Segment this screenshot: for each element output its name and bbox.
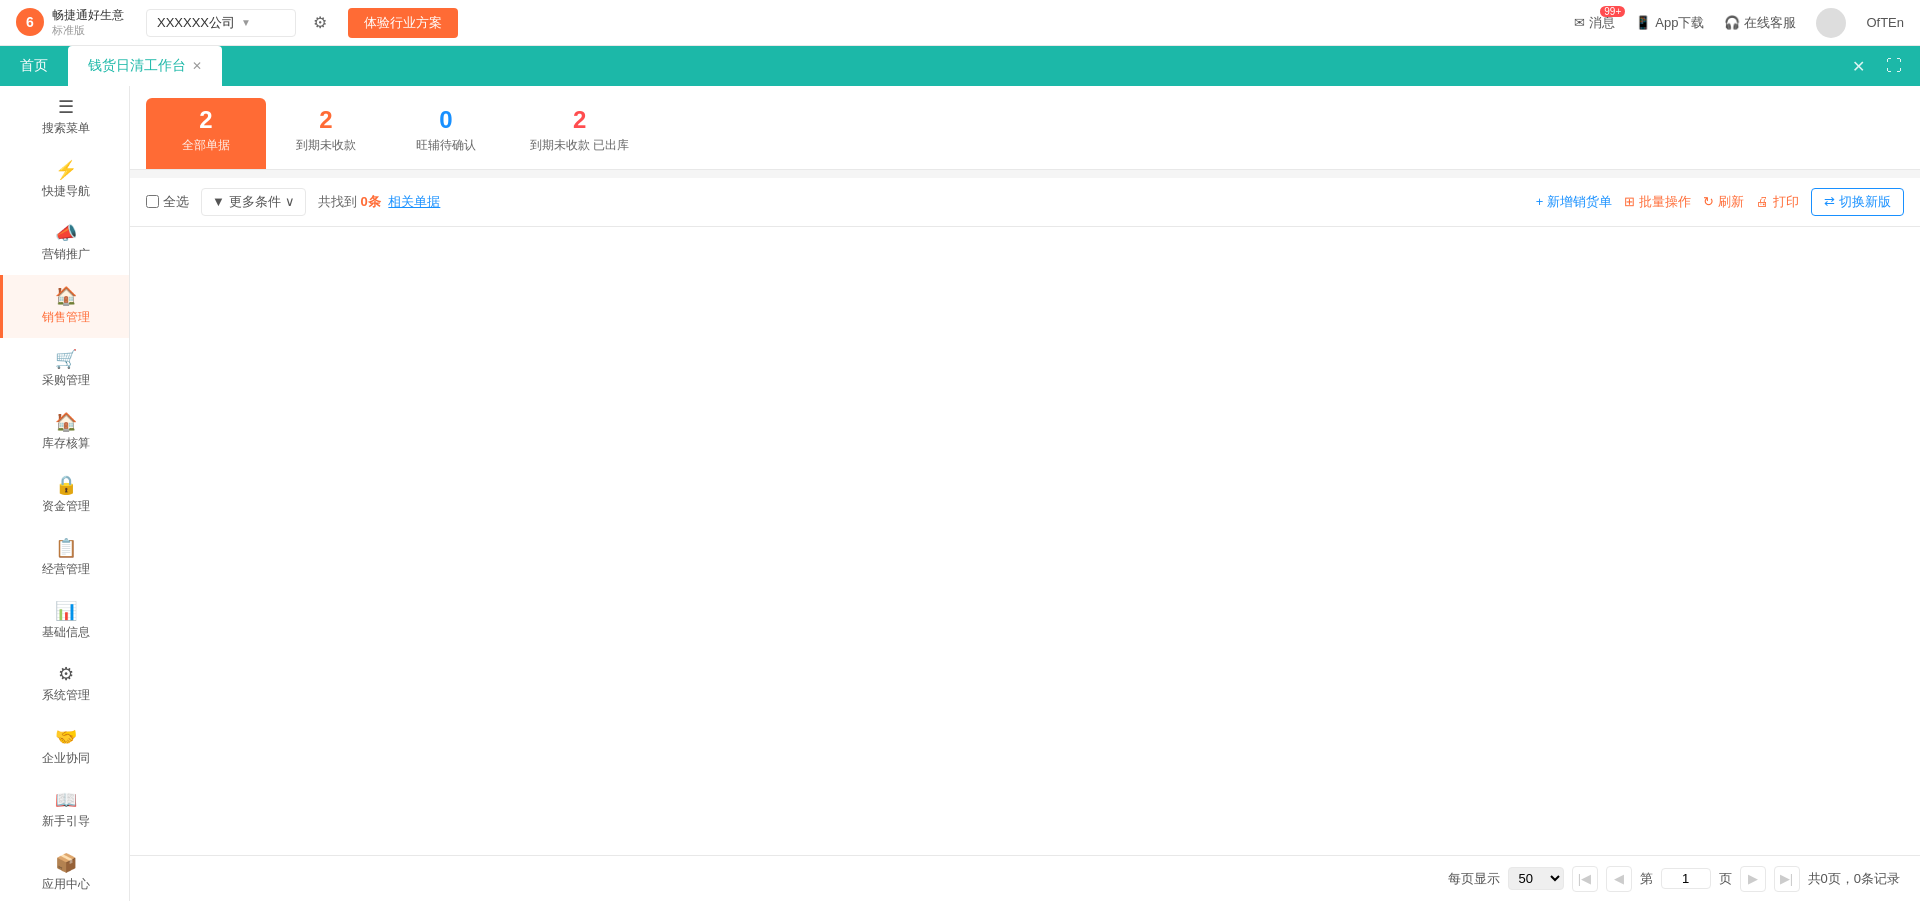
online-service-btn[interactable]: 🎧 在线客服 [1724,14,1796,32]
lock-icon: 🔒 [55,476,77,494]
sidebar-item-basic-info[interactable]: 📊 基础信息 [0,590,129,653]
per-page-select[interactable]: 50 100 200 [1508,867,1564,890]
close-tab-icon[interactable]: ✕ [192,59,202,73]
system-icon: ⚙ [58,665,74,683]
toolbar: 全选 ▼ 更多条件 ∨ 共找到 0条 相关单据 + 新增销货单 ⊞ 批量操作 [130,178,1920,227]
logo-text: 畅捷通好生意 标准版 [52,8,124,38]
batch-icon: ⊞ [1624,194,1635,209]
stat-label-overdue-out: 到期未收款 已出库 [530,137,629,154]
warehouse-icon: 🏠 [55,413,77,431]
gear-icon: ⚙ [313,13,327,32]
sidebar-item-inventory[interactable]: 🏠 库存核算 [0,401,129,464]
search-menu-icon: ☰ [58,98,74,116]
batch-btn[interactable]: ⊞ 批量操作 [1624,193,1691,211]
filter-icon: ▼ [212,194,225,209]
stat-label-all: 全部单据 [182,137,230,154]
add-order-btn[interactable]: + 新增销货单 [1536,193,1612,211]
next-page-btn[interactable]: ▶ [1740,866,1766,892]
stat-label-pending: 旺辅待确认 [416,137,476,154]
clipboard-icon: 📋 [55,539,77,557]
headset-icon: 🎧 [1724,15,1740,30]
found-count: 0条 [361,194,381,209]
tab-bar-actions: ✕ ⛶ [1844,52,1920,80]
sidebar-item-search-menu[interactable]: ☰ 搜索菜单 [0,86,129,149]
app-download-btn[interactable]: 📱 App下载 [1635,14,1704,32]
sidebar-item-operations[interactable]: 📋 经营管理 [0,527,129,590]
switch-version-btn[interactable]: ⇄ 切换新版 [1811,188,1904,216]
phone-icon: 📱 [1635,15,1651,30]
message-icon: ✉ [1574,15,1585,30]
sidebar-item-purchase[interactable]: 🛒 采购管理 [0,338,129,401]
top-header: 6 畅捷通好生意 标准版 XXXXXX公司 ▼ ⚙ 体验行业方案 ✉ 消息 99… [0,0,1920,46]
sidebar-item-system[interactable]: ⚙ 系统管理 [0,653,129,716]
username: OfTEn [1866,15,1904,30]
stat-tab-all[interactable]: 2 全部单据 [146,98,266,169]
message-btn[interactable]: ✉ 消息 99+ [1574,14,1615,32]
tab-home[interactable]: 首页 [0,46,68,86]
tab-workbench[interactable]: 钱货日清工作台 ✕ [68,46,222,86]
total-info: 共0页，0条记录 [1808,870,1900,888]
stat-label-overdue: 到期未收款 [296,137,356,154]
settings-button[interactable]: ⚙ [304,7,336,39]
sidebar-item-app-center[interactable]: 📦 应用中心 [0,842,129,901]
logo-area: 6 畅捷通好生意 标准版 [16,8,146,38]
sidebar-item-sales[interactable]: 🏠 销售管理 [0,275,129,338]
sidebar-item-enterprise[interactable]: 🤝 企业协同 [0,716,129,779]
chevron-icon: ∨ [285,194,295,209]
handshake-icon: 🤝 [55,728,77,746]
database-icon: 📊 [55,602,77,620]
sidebar: ☰ 搜索菜单 ⚡ 快捷导航 📣 营销推广 🏠 销售管理 🛒 采购管理 🏠 库存核… [0,86,130,901]
main-layout: ☰ 搜索菜单 ⚡ 快捷导航 📣 营销推广 🏠 销售管理 🛒 采购管理 🏠 库存核… [0,86,1920,901]
found-text: 共找到 0条 相关单据 [318,193,440,211]
megaphone-icon: 📣 [55,224,77,242]
message-badge: 99+ [1600,6,1625,17]
stat-tab-overdue[interactable]: 2 到期未收款 [266,98,386,169]
shop-icon: 🏠 [55,287,77,305]
switch-icon: ⇄ [1824,194,1835,209]
per-page-label: 每页显示 [1448,870,1500,888]
toolbar-right: + 新增销货单 ⊞ 批量操作 ↻ 刷新 🖨 打印 ⇄ 切换新版 [1536,188,1904,216]
logo-icon: 6 [16,8,44,36]
page-label: 第 [1640,870,1653,888]
select-all-checkbox[interactable]: 全选 [146,193,189,211]
cart-icon: 🛒 [55,350,77,368]
company-selector[interactable]: XXXXXX公司 ▼ [146,9,296,37]
first-page-btn[interactable]: |◀ [1572,866,1598,892]
guide-icon: 📖 [55,791,77,809]
stat-num-overdue-out: 2 [573,106,586,135]
stat-num-pending: 0 [439,106,452,135]
sidebar-item-marketing[interactable]: 📣 营销推广 [0,212,129,275]
pagination-bar: 每页显示 50 100 200 |◀ ◀ 第 页 ▶ ▶| 共0页，0条记录 [130,855,1920,901]
stat-num-all: 2 [199,106,212,135]
tab-bar: 首页 钱货日清工作台 ✕ ✕ ⛶ [0,46,1920,86]
print-icon: 🖨 [1756,194,1769,209]
header-right: ✉ 消息 99+ 📱 App下载 🎧 在线客服 OfTEn [1574,8,1904,38]
stat-tab-pending[interactable]: 0 旺辅待确认 [386,98,506,169]
stat-num-overdue: 2 [319,106,332,135]
stats-tabs: 2 全部单据 2 到期未收款 0 旺辅待确认 2 到期未收款 已出库 [130,86,1920,170]
chevron-down-icon: ▼ [241,17,251,28]
box-icon: 📦 [55,854,77,872]
close-window-btn[interactable]: ✕ [1844,52,1872,80]
filter-btn[interactable]: ▼ 更多条件 ∨ [201,188,306,216]
refresh-icon: ↻ [1703,194,1714,209]
table-area [130,227,1920,855]
trial-btn[interactable]: 体验行业方案 [348,8,458,38]
page-label-end: 页 [1719,870,1732,888]
content-area: 2 全部单据 2 到期未收款 0 旺辅待确认 2 到期未收款 已出库 全选 [130,86,1920,901]
page-input[interactable] [1661,868,1711,889]
checkbox-input[interactable] [146,195,159,208]
sidebar-item-guide[interactable]: 📖 新手引导 [0,779,129,842]
lightning-icon: ⚡ [55,161,77,179]
stat-tab-overdue-out[interactable]: 2 到期未收款 已出库 [506,98,653,169]
expand-window-btn[interactable]: ⛶ [1880,52,1908,80]
refresh-btn[interactable]: ↻ 刷新 [1703,193,1744,211]
avatar[interactable] [1816,8,1846,38]
prev-page-btn[interactable]: ◀ [1606,866,1632,892]
print-btn[interactable]: 🖨 打印 [1756,193,1799,211]
sidebar-item-finance[interactable]: 🔒 资金管理 [0,464,129,527]
last-page-btn[interactable]: ▶| [1774,866,1800,892]
related-link[interactable]: 相关单据 [388,194,440,209]
sidebar-item-quick-nav[interactable]: ⚡ 快捷导航 [0,149,129,212]
